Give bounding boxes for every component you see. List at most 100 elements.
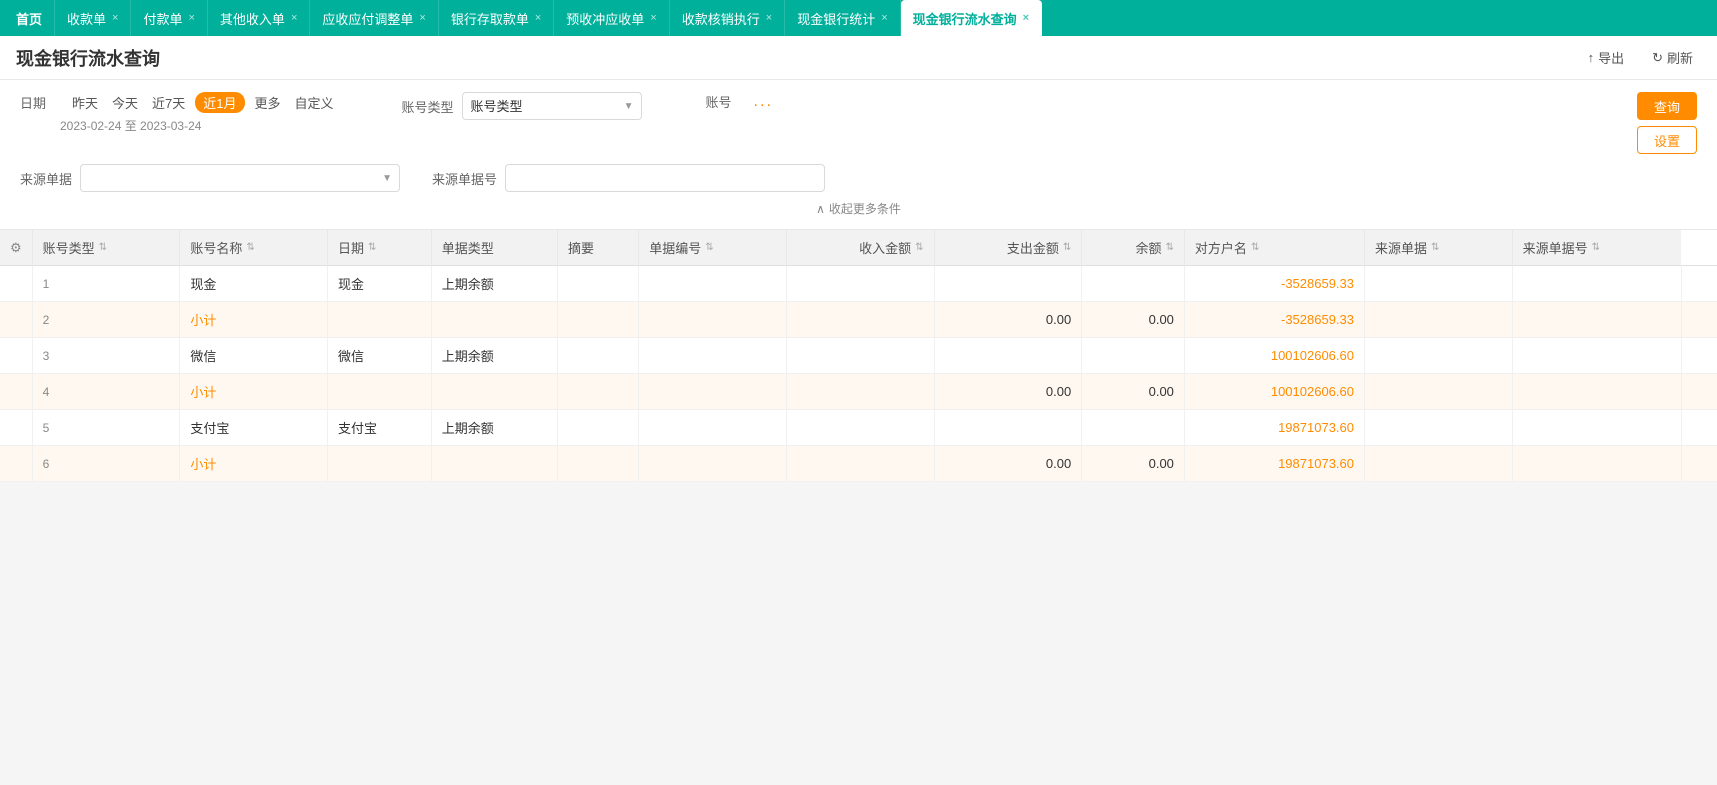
- td-balance: 100102606.60: [1184, 374, 1364, 410]
- td-source-doc: [1512, 410, 1681, 446]
- th-doc-type: 单据类型: [431, 230, 557, 266]
- nav-home[interactable]: 首页: [4, 0, 55, 36]
- settings-button[interactable]: 设置: [1637, 126, 1697, 154]
- td-balance: 19871073.60: [1184, 410, 1364, 446]
- query-button[interactable]: 查询: [1637, 92, 1697, 120]
- td-source-doc: [1512, 374, 1681, 410]
- td-account-name: 微信: [327, 338, 431, 374]
- collapse-button[interactable]: ∧ 收起更多条件: [816, 200, 901, 217]
- td-doc-number: [786, 374, 934, 410]
- table-body: 1现金现金上期余额-3528659.332小计0.000.00-3528659.…: [0, 266, 1717, 482]
- table-container: ⚙ 账号类型 ⇅ 账号名称 ⇅ 日期: [0, 230, 1717, 482]
- nav-stats[interactable]: 现金银行统计 ×: [785, 0, 900, 36]
- nav-adjust-close[interactable]: ×: [419, 12, 425, 24]
- nav-verify-label: 收款核销执行: [682, 9, 760, 28]
- th-settings[interactable]: ⚙: [0, 230, 32, 266]
- td-balance: -3528659.33: [1184, 302, 1364, 338]
- th-account-name: 账号名称 ⇅: [180, 230, 328, 266]
- th-source-doc: 来源单据 ⇅: [1365, 230, 1513, 266]
- td-settings: [0, 302, 32, 338]
- account-dots-button[interactable]: ...: [754, 93, 773, 111]
- nav-verify-close[interactable]: ×: [766, 12, 772, 24]
- td-settings: [0, 374, 32, 410]
- nav-adjust[interactable]: 应收应付调整单 ×: [310, 0, 438, 36]
- account-type-select[interactable]: 账号类型 现金 微信 支付宝: [462, 92, 642, 120]
- nav-payment-close[interactable]: ×: [188, 12, 194, 24]
- nav-adjust-label: 应收应付调整单: [322, 9, 413, 28]
- sort-account-type-icon: ⇅: [99, 242, 107, 253]
- td-row-num: 2: [32, 302, 180, 338]
- td-date: 上期余额: [431, 338, 557, 374]
- shortcut-today[interactable]: 今天: [108, 92, 142, 113]
- nav-payment[interactable]: 付款单 ×: [131, 0, 207, 36]
- nav-prepay-close[interactable]: ×: [650, 12, 656, 24]
- td-doc-type: [557, 266, 638, 302]
- td-summary: [639, 302, 787, 338]
- td-counterparty: [1365, 338, 1513, 374]
- nav-bank-deposit[interactable]: 银行存取款单 ×: [439, 0, 554, 36]
- source-doc-label: 来源单据: [20, 169, 72, 188]
- td-summary: [639, 446, 787, 482]
- td-doc-type: [557, 446, 638, 482]
- td-doc-type: [557, 338, 638, 374]
- date-range-display: 2023-02-24 至 2023-03-24: [60, 119, 201, 133]
- td-row-num: 4: [32, 374, 180, 410]
- collapse-bar: ∧ 收起更多条件: [20, 200, 1697, 217]
- td-income: [934, 266, 1082, 302]
- td-summary: [639, 410, 787, 446]
- nav-other-income-label: 其他收入单: [220, 9, 285, 28]
- td-account-name: [327, 374, 431, 410]
- td-row-num: 6: [32, 446, 180, 482]
- export-icon: ↑: [1588, 50, 1595, 65]
- td-settings: [0, 410, 32, 446]
- filter-area: 日期 昨天 今天 近7天 近1月 更多 自定义 2023-02-24 至 202…: [0, 80, 1717, 230]
- nav-other-income[interactable]: 其他收入单 ×: [208, 0, 310, 36]
- td-doc-number: [786, 338, 934, 374]
- header-actions: ↑ 导出 ↻ 刷新: [1580, 44, 1701, 71]
- account-label: 账号: [706, 92, 746, 111]
- td-counterparty: [1365, 410, 1513, 446]
- td-summary: [639, 374, 787, 410]
- td-income: 0.00: [934, 302, 1082, 338]
- nav-bank-deposit-close[interactable]: ×: [535, 12, 541, 24]
- th-date: 日期 ⇅: [327, 230, 431, 266]
- nav-prepay[interactable]: 预收冲应收单 ×: [554, 0, 669, 36]
- td-account-name: [327, 302, 431, 338]
- nav-other-income-close[interactable]: ×: [291, 12, 297, 24]
- source-doc-select[interactable]: [80, 164, 400, 192]
- nav-stats-close[interactable]: ×: [881, 12, 887, 24]
- td-source-doc: [1512, 338, 1681, 374]
- td-income: 0.00: [934, 446, 1082, 482]
- nav-receipt-close[interactable]: ×: [112, 12, 118, 24]
- shortcut-custom[interactable]: 自定义: [291, 92, 338, 113]
- collapse-label: 收起更多条件: [829, 200, 901, 217]
- nav-receipt[interactable]: 收款单 ×: [55, 0, 131, 36]
- th-counterparty: 对方户名 ⇅: [1184, 230, 1364, 266]
- export-label: 导出: [1598, 48, 1624, 67]
- nav-flow-query-close[interactable]: ×: [1023, 12, 1029, 24]
- nav-prepay-label: 预收冲应收单: [566, 9, 644, 28]
- nav-flow-query[interactable]: 现金银行流水查询 ×: [901, 0, 1042, 36]
- td-summary: [639, 338, 787, 374]
- shortcut-1month[interactable]: 近1月: [195, 92, 244, 113]
- source-doc-number-input[interactable]: [505, 164, 825, 192]
- sort-date-icon: ⇅: [368, 242, 376, 253]
- th-doc-number: 单据编号 ⇅: [639, 230, 787, 266]
- shortcut-yesterday[interactable]: 昨天: [68, 92, 102, 113]
- shortcut-7days[interactable]: 近7天: [148, 92, 189, 113]
- th-balance: 余额 ⇅: [1082, 230, 1185, 266]
- export-button[interactable]: ↑ 导出: [1580, 44, 1633, 71]
- td-expense: 0.00: [1082, 302, 1185, 338]
- nav-verify[interactable]: 收款核销执行 ×: [670, 0, 785, 36]
- td-doc-number: [786, 266, 934, 302]
- source-doc-row: 来源单据 ▼ 来源单据号: [20, 164, 1697, 192]
- td-income: [934, 338, 1082, 374]
- refresh-button[interactable]: ↻ 刷新: [1644, 44, 1701, 71]
- td-account-type: 小计: [180, 374, 328, 410]
- shortcut-more[interactable]: 更多: [251, 92, 285, 113]
- sort-doc-number-icon: ⇅: [705, 242, 713, 253]
- source-doc-select-wrapper: ▼: [80, 164, 400, 192]
- td-doc-type: [557, 302, 638, 338]
- td-income: [934, 410, 1082, 446]
- td-date: 上期余额: [431, 410, 557, 446]
